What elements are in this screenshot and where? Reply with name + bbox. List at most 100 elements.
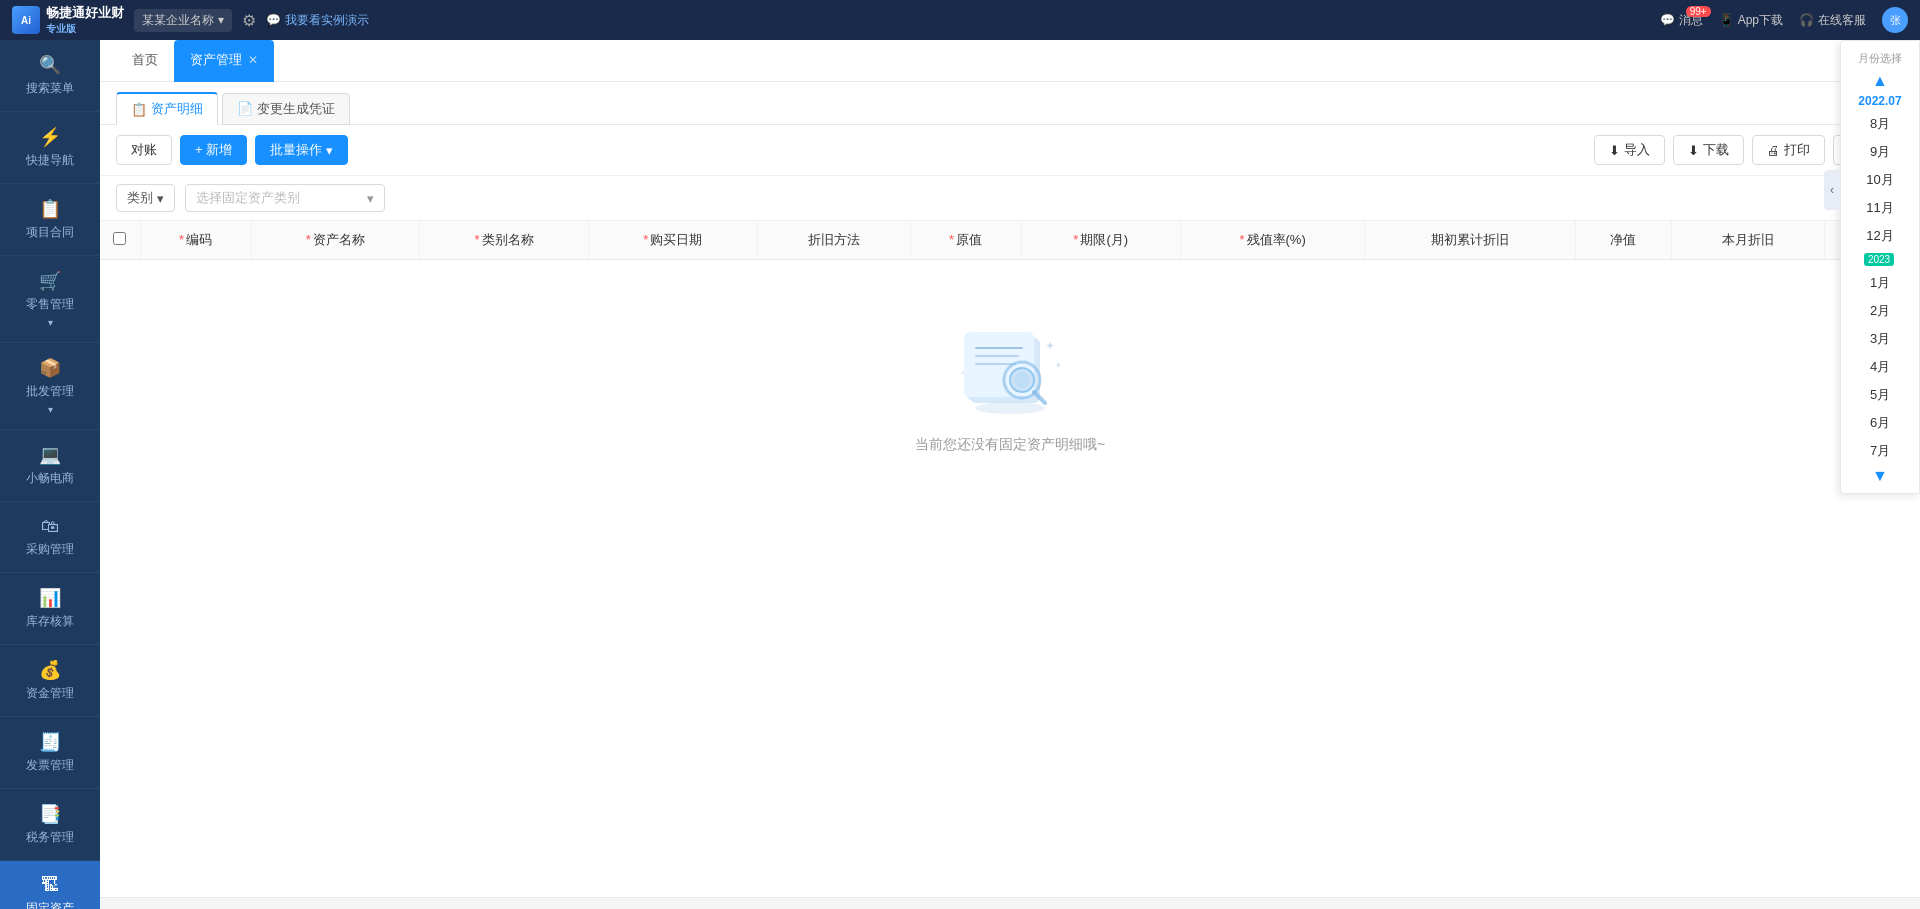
category-input[interactable]: 选择固定资产类别 ▾ <box>185 184 385 212</box>
svg-text:✦: ✦ <box>1045 339 1055 353</box>
phone-icon: 📱 <box>1719 13 1734 27</box>
filter-dropdown-icon: ▾ <box>157 191 164 206</box>
message-badge: 99+ <box>1686 6 1711 17</box>
sidebar-label: 采购管理 <box>26 541 74 558</box>
logo-area: Ai 畅捷通好业财 专业版 <box>12 4 124 36</box>
right-actions: 💬 消息 99+ 📱 App下载 🎧 在线客服 张 <box>1660 7 1908 33</box>
tab-home[interactable]: 首页 <box>116 40 174 82</box>
tax-icon: 📑 <box>39 803 61 825</box>
settings-icon[interactable]: ⚙ <box>242 11 256 30</box>
sidebar-item-wholesale[interactable]: 📦 批发管理 ▾ <box>0 343 100 430</box>
th-category-name: *类别名称 <box>420 221 589 260</box>
sidebar-label: 批发管理 <box>26 383 74 400</box>
month-item-2023-4[interactable]: 4月 <box>1841 353 1919 381</box>
th-original-value: *原值 <box>910 221 1021 260</box>
month-panel: 月份选择 ▲ 2022.07 8月 9月 10月 11月 12月 2023 1月… <box>1840 40 1920 494</box>
select-all-checkbox[interactable] <box>113 232 126 245</box>
tab-home-label: 首页 <box>132 51 158 69</box>
month-nav-up[interactable]: ▲ <box>1872 70 1888 92</box>
filter-bar: 类别 ▾ 选择固定资产类别 ▾ <box>100 176 1920 221</box>
tab-asset-management-label: 资产管理 <box>190 51 242 69</box>
sub-tab-change-voucher[interactable]: 📄 变更生成凭证 <box>222 93 350 125</box>
contract-icon: 📋 <box>39 198 61 220</box>
sidebar-item-search-menu[interactable]: 🔍 搜索菜单 <box>0 40 100 112</box>
th-asset-name: *资产名称 <box>251 221 420 260</box>
online-service-button[interactable]: 🎧 在线客服 <box>1799 12 1866 29</box>
app-name: 畅捷通好业财 专业版 <box>46 4 124 36</box>
company-name: 某某企业名称 <box>142 12 214 29</box>
demo-icon: 💬 <box>266 13 281 27</box>
sidebar-item-inventory[interactable]: 📊 库存核算 <box>0 573 100 645</box>
arrow-icon: ▾ <box>48 317 53 328</box>
logo-text: Ai <box>21 15 31 26</box>
sub-tab-asset-detail[interactable]: 📋 资产明细 <box>116 92 218 125</box>
app-download-button[interactable]: 📱 App下载 <box>1719 12 1783 29</box>
change-voucher-icon: 📄 <box>237 101 253 116</box>
month-panel-title: 月份选择 <box>1858 47 1902 70</box>
th-depreciation-method: 折旧方法 <box>757 221 910 260</box>
asset-detail-icon: 📋 <box>131 102 147 117</box>
month-nav-down[interactable]: ▼ <box>1872 465 1888 487</box>
batch-dropdown-icon: ▾ <box>326 143 333 158</box>
demo-link[interactable]: 💬 我要看实例演示 <box>266 12 369 29</box>
main-layout: 🔍 搜索菜单 ⚡ 快捷导航 📋 项目合同 🛒 零售管理 ▾ 📦 批发管理 ▾ 💻… <box>0 40 1920 909</box>
month-item-9[interactable]: 9月 <box>1841 138 1919 166</box>
month-item-2023-7[interactable]: 7月 <box>1841 437 1919 465</box>
month-item-2023-2[interactable]: 2月 <box>1841 297 1919 325</box>
sidebar-item-purchase[interactable]: 🛍 采购管理 <box>0 502 100 573</box>
sidebar-item-retail[interactable]: 🛒 零售管理 ▾ <box>0 256 100 343</box>
sidebar-item-tax[interactable]: 📑 税务管理 <box>0 789 100 861</box>
sidebar-label: 搜索菜单 <box>26 80 74 97</box>
month-item-2023-1[interactable]: 1月 <box>1841 269 1919 297</box>
top-header: Ai 畅捷通好业财 专业版 某某企业名称 ▾ ⚙ 💬 我要看实例演示 💬 消息 … <box>0 0 1920 40</box>
import-button[interactable]: ⬇ 导入 <box>1594 135 1665 165</box>
batch-button[interactable]: 批量操作 ▾ <box>255 135 348 165</box>
month-panel-toggle[interactable]: ‹ <box>1824 170 1840 210</box>
sub-tabs: 📋 资产明细 📄 变更生成凭证 <box>100 82 1920 125</box>
category-filter[interactable]: 类别 ▾ <box>116 184 175 212</box>
tab-close-icon[interactable]: ✕ <box>248 53 258 67</box>
month-item-11[interactable]: 11月 <box>1841 194 1919 222</box>
sidebar-label: 快捷导航 <box>26 152 74 169</box>
current-year-display[interactable]: 2022.07 <box>1858 92 1901 110</box>
th-purchase-date: *购买日期 <box>588 221 757 260</box>
month-item-2023-6[interactable]: 6月 <box>1841 409 1919 437</box>
add-button[interactable]: + 新增 <box>180 135 247 165</box>
month-item-12[interactable]: 12月 <box>1841 222 1919 250</box>
scrollbar-area[interactable] <box>100 897 1920 909</box>
sidebar-item-ecommerce[interactable]: 💻 小畅电商 <box>0 430 100 502</box>
month-item-2023-5[interactable]: 5月 <box>1841 381 1919 409</box>
th-period: *期限(月) <box>1021 221 1180 260</box>
sidebar-item-invoice[interactable]: 🧾 发票管理 <box>0 717 100 789</box>
company-selector[interactable]: 某某企业名称 ▾ <box>134 9 232 32</box>
user-initial: 张 <box>1890 13 1901 28</box>
month-item-2023-3[interactable]: 3月 <box>1841 325 1919 353</box>
sidebar-item-quick-nav[interactable]: ⚡ 快捷导航 <box>0 112 100 184</box>
print-button[interactable]: 🖨 打印 <box>1752 135 1825 165</box>
fund-icon: 💰 <box>39 659 61 681</box>
toolbar: 对账 + 新增 批量操作 ▾ ⬇ 导入 ⬇ 下载 <box>100 125 1920 176</box>
user-avatar[interactable]: 张 <box>1882 7 1908 33</box>
th-net-value: 净值 <box>1576 221 1671 260</box>
print-icon: 🖨 <box>1767 143 1780 158</box>
arrow-icon: ▾ <box>48 404 53 415</box>
purchase-icon: 🛍 <box>41 516 59 537</box>
sidebar-item-project-contract[interactable]: 📋 项目合同 <box>0 184 100 256</box>
app-logo: Ai <box>12 6 40 34</box>
reconcile-button[interactable]: 对账 <box>116 135 172 165</box>
download-button[interactable]: ⬇ 下载 <box>1673 135 1744 165</box>
message-icon: 💬 <box>1660 13 1675 27</box>
month-item-8[interactable]: 8月 <box>1841 110 1919 138</box>
sidebar-item-fixed-assets[interactable]: 🏗 固定资产 <box>0 861 100 909</box>
tab-asset-management[interactable]: 资产管理 ✕ <box>174 40 274 82</box>
retail-icon: 🛒 <box>39 270 61 292</box>
message-button[interactable]: 💬 消息 99+ <box>1660 12 1703 29</box>
sidebar-label: 资金管理 <box>26 685 74 702</box>
sidebar-item-fund[interactable]: 💰 资金管理 <box>0 645 100 717</box>
month-item-10[interactable]: 10月 <box>1841 166 1919 194</box>
sidebar-label: 项目合同 <box>26 224 74 241</box>
asset-table: *编码 *资产名称 *类别名称 *购买日期 折旧方法 *原值 *期限(月) *残… <box>100 221 1920 260</box>
dropdown-icon: ▾ <box>218 13 224 27</box>
th-accumulated-depreciation: 期初累计折旧 <box>1365 221 1576 260</box>
svg-point-9 <box>1014 372 1030 388</box>
